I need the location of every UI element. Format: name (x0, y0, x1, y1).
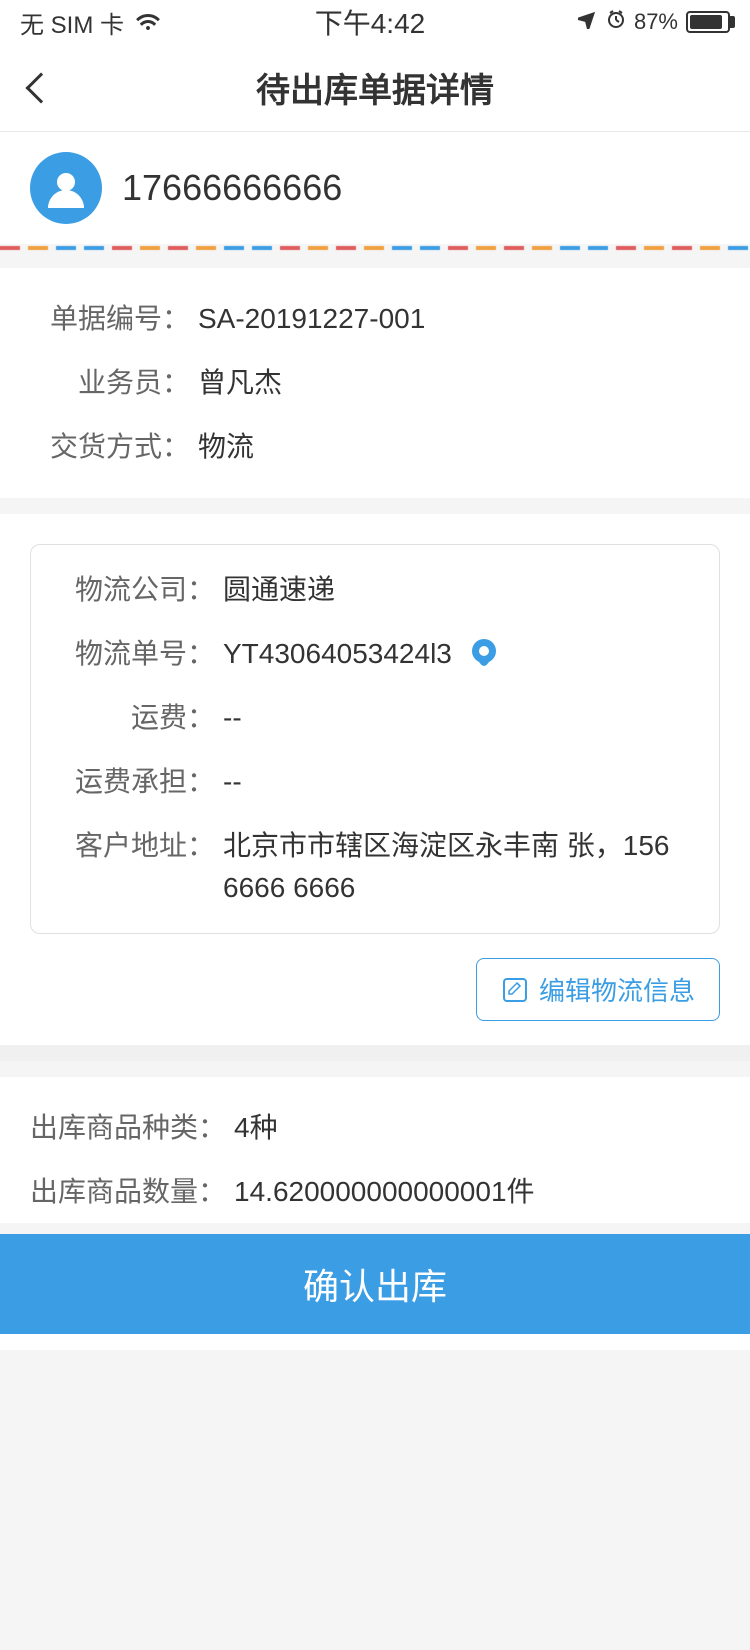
edit-btn-row: 编辑物流信息 (0, 934, 750, 1045)
back-button[interactable] (30, 44, 80, 132)
bottom-spacer (0, 1350, 750, 1550)
battery-icon (686, 11, 730, 33)
status-left: 无 SIM 卡 (20, 5, 162, 40)
delivery-method-row: 交货方式： 物流 (30, 426, 720, 468)
address-value: 北京市市辖区海淀区永丰南 张，156 6666 6666 (223, 825, 695, 909)
tracking-number-row: 物流单号： YT43064053424l3 (55, 633, 695, 675)
stock-types-value: 4种 (234, 1107, 720, 1149)
avatar (30, 152, 102, 224)
address-label: 客户地址： (55, 825, 223, 867)
alarm-icon (606, 9, 626, 35)
map-pin-icon[interactable] (466, 636, 502, 672)
freight-row: 运费： -- (55, 697, 695, 739)
stock-types-label: 出库商品种类： (30, 1107, 234, 1149)
tracking-number-label: 物流单号： (55, 633, 223, 675)
edit-icon (501, 976, 529, 1004)
tracking-number-value: YT43064053424l3 (223, 633, 695, 675)
document-number-value: SA-20191227-001 (198, 298, 720, 340)
freight-bearer-row: 运费承担： -- (55, 761, 695, 803)
time-text: 下午4:42 (315, 2, 426, 42)
logistics-inner: 物流公司： 圆通速递 物流单号： YT43064053424l3 运费： - (30, 544, 720, 934)
back-chevron-icon (25, 72, 56, 103)
logistics-company-row: 物流公司： 圆通速递 (55, 569, 695, 611)
address-row: 客户地址： 北京市市辖区海淀区永丰南 张，156 6666 6666 (55, 825, 695, 909)
customer-header: 17666666666 (0, 132, 750, 244)
edit-logistics-label: 编辑物流信息 (539, 971, 695, 1008)
stock-quantity-label: 出库商品数量： (30, 1171, 234, 1213)
delivery-method-label: 交货方式： (30, 426, 198, 468)
logistics-company-label: 物流公司： (55, 569, 223, 611)
sales-person-value: 曾凡杰 (198, 362, 720, 404)
logistics-company-value: 圆通速递 (223, 569, 695, 611)
location-arrow-icon (578, 9, 598, 35)
carrier-text: 无 SIM 卡 (20, 5, 124, 40)
wifi-icon (134, 8, 162, 36)
logistics-section: 物流公司： 圆通速递 物流单号： YT43064053424l3 运费： - (0, 514, 750, 934)
delivery-method-value: 物流 (198, 426, 720, 468)
edit-logistics-button[interactable]: 编辑物流信息 (476, 958, 720, 1021)
freight-label: 运费： (55, 697, 223, 739)
stock-info-section: 出库商品种类： 4种 出库商品数量： 14.620000000000001件 (0, 1077, 750, 1223)
status-bar: 无 SIM 卡 下午4:42 (0, 0, 750, 44)
stock-quantity-value: 14.620000000000001件 (234, 1171, 720, 1213)
freight-value: -- (223, 697, 695, 739)
section-divider (0, 1045, 750, 1061)
avatar-icon (44, 166, 88, 210)
dashed-divider (0, 244, 750, 252)
confirm-outbound-label: 确认出库 (303, 1258, 447, 1310)
document-number-row: 单据编号： SA-20191227-001 (30, 298, 720, 340)
confirm-outbound-button[interactable]: 确认出库 (0, 1234, 750, 1334)
nav-bar: 待出库单据详情 (0, 44, 750, 132)
sales-person-row: 业务员： 曾凡杰 (30, 362, 720, 404)
document-number-label: 单据编号： (30, 298, 198, 340)
customer-phone: 17666666666 (122, 167, 342, 209)
order-info-section: 单据编号： SA-20191227-001 业务员： 曾凡杰 交货方式： 物流 (0, 268, 750, 498)
status-right: 87% (578, 9, 730, 35)
stock-types-row: 出库商品种类： 4种 (30, 1107, 720, 1149)
stock-quantity-row: 出库商品数量： 14.620000000000001件 (30, 1171, 720, 1213)
page-title: 待出库单据详情 (256, 63, 494, 112)
battery-percent: 87% (634, 9, 678, 35)
sales-person-label: 业务员： (30, 362, 198, 404)
freight-bearer-label: 运费承担： (55, 761, 223, 803)
freight-bearer-value: -- (223, 761, 695, 803)
